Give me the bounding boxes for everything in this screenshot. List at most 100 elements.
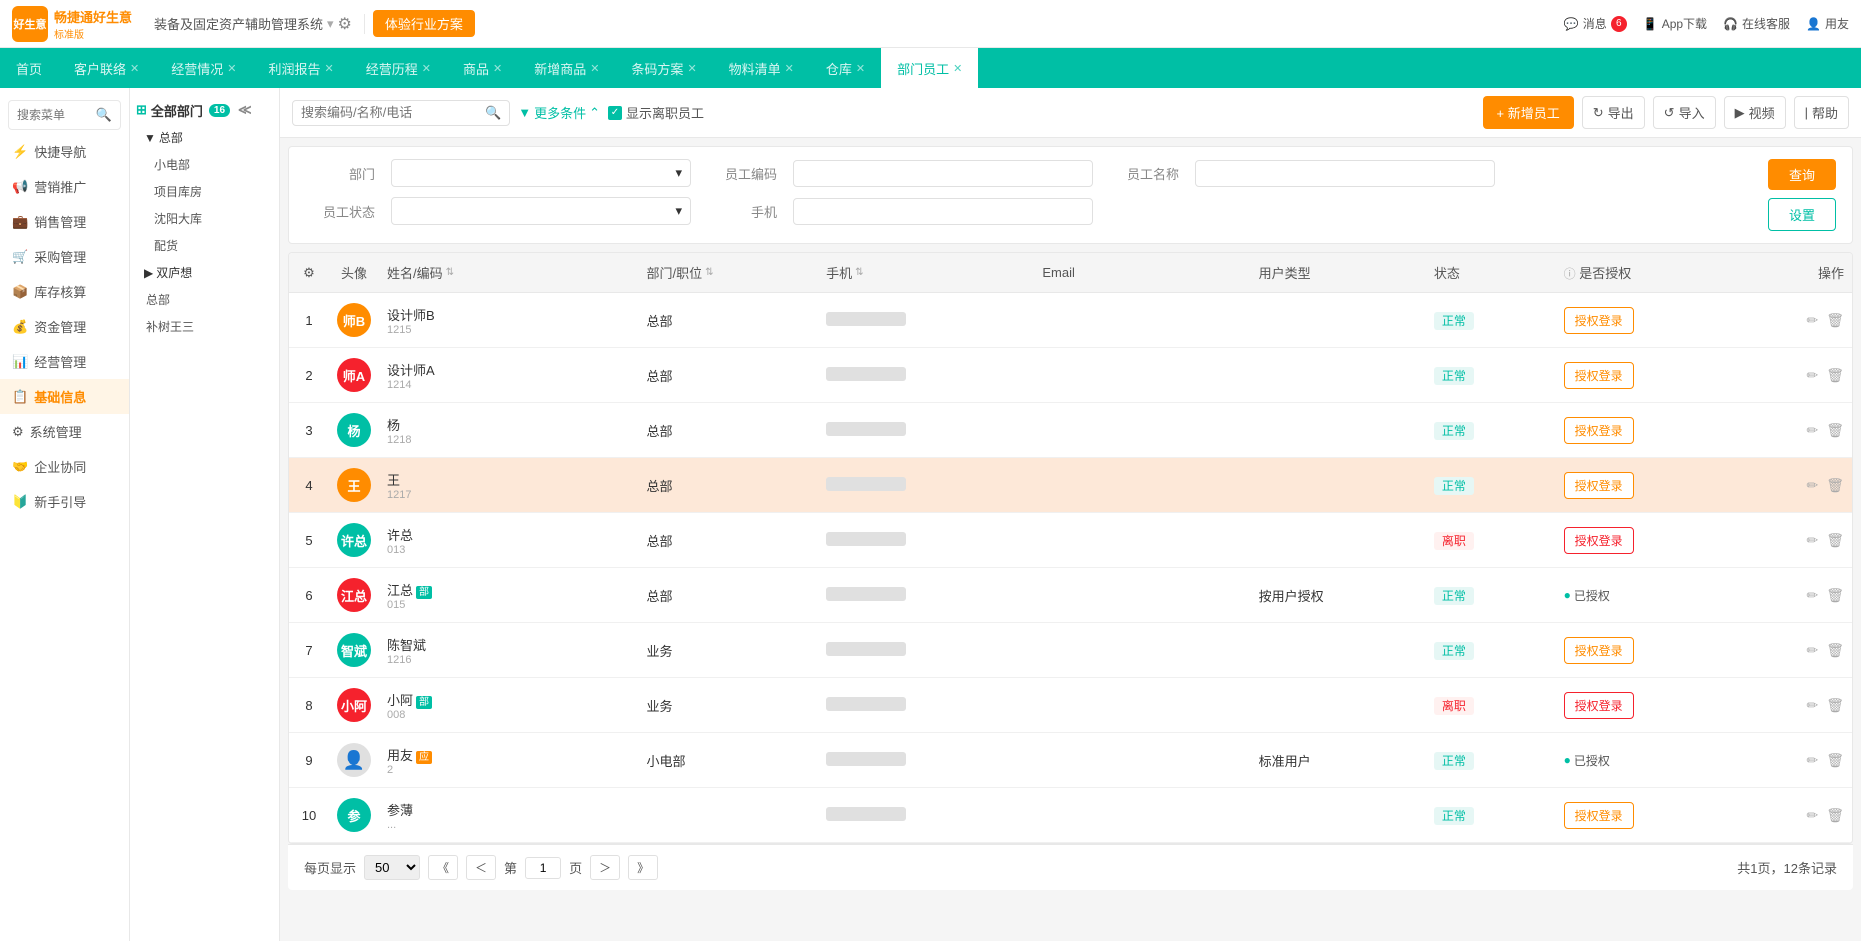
filter-empcode-input[interactable]	[793, 160, 1093, 187]
edit-icon[interactable]: ✏	[1806, 752, 1818, 769]
current-page-input[interactable]	[525, 857, 561, 879]
dept-item-shenyang[interactable]: 沈阳大库	[138, 205, 279, 232]
info-icon[interactable]: ⓘ	[1564, 267, 1576, 281]
empcode-field[interactable]	[802, 166, 1084, 181]
sidebar-nav-item-basic[interactable]: 📋 基础信息	[0, 379, 129, 414]
edit-icon[interactable]: ✏	[1806, 807, 1818, 824]
close-icon[interactable]: ✕	[493, 62, 502, 75]
sidebar-nav-item-system[interactable]: ⚙ 系统管理	[0, 414, 129, 449]
dept-group-zongbu-title[interactable]: ▼ 总部	[138, 124, 279, 151]
tab-employees[interactable]: 部门员工 ✕	[881, 48, 978, 88]
tab-journey[interactable]: 经营历程 ✕	[350, 48, 447, 88]
delete-icon[interactable]: 🗑	[1826, 697, 1844, 714]
filter-phone-input[interactable]	[793, 198, 1093, 225]
tab-home[interactable]: 首页	[0, 48, 58, 88]
next-page-btn[interactable]: ＞	[590, 855, 620, 880]
set-button[interactable]: 设置	[1768, 198, 1836, 231]
auth-login-button[interactable]: 授权登录	[1564, 472, 1634, 499]
sidebar-nav-item-guide[interactable]: 🔰 新手引导	[0, 484, 129, 519]
close-icon[interactable]: ✕	[590, 62, 599, 75]
auth-login-button[interactable]: 授权登录	[1564, 362, 1634, 389]
sidebar-search-input[interactable]	[17, 108, 96, 122]
tab-profit[interactable]: 利润报告 ✕	[252, 48, 349, 88]
phone-field[interactable]	[802, 204, 1084, 219]
tab-bom[interactable]: 物料清单 ✕	[713, 48, 810, 88]
close-icon[interactable]: ✕	[422, 62, 431, 75]
sidebar-nav-item-collab[interactable]: 🤝 企业协同	[0, 449, 129, 484]
sidebar-search[interactable]: 🔍	[8, 100, 121, 130]
delete-icon[interactable]: 🗑	[1826, 642, 1844, 659]
tab-goods[interactable]: 商品 ✕	[447, 48, 518, 88]
close-icon[interactable]: ✕	[953, 62, 962, 75]
tab-operations[interactable]: 经营情况 ✕	[155, 48, 252, 88]
search-box[interactable]: 🔍	[292, 100, 510, 126]
import-button[interactable]: ↺ 导入	[1653, 96, 1716, 129]
search-input[interactable]	[301, 105, 481, 120]
page-size-select[interactable]: 50 100 200	[364, 855, 420, 880]
search-button[interactable]: 查询	[1768, 159, 1836, 190]
empname-field[interactable]	[1204, 166, 1486, 181]
dept-item-zongbu2[interactable]: 总部	[130, 286, 279, 313]
th-settings[interactable]: ⚙	[289, 253, 329, 293]
video-button[interactable]: ▶ 视频	[1724, 96, 1786, 129]
tab-new-goods[interactable]: 新增商品 ✕	[518, 48, 615, 88]
auth-login-button[interactable]: 授权登录	[1564, 692, 1634, 719]
last-page-btn[interactable]: 》	[628, 855, 658, 880]
edit-icon[interactable]: ✏	[1806, 422, 1818, 439]
delete-icon[interactable]: 🗑	[1826, 367, 1844, 384]
message-btn[interactable]: 💬 消息 6	[1564, 15, 1627, 32]
filter-empname-input[interactable]	[1195, 160, 1495, 187]
system-title-arrow[interactable]: ▾	[327, 16, 334, 32]
sidebar-nav-item-finance[interactable]: 💰 资金管理	[0, 309, 129, 344]
collapse-all-btn[interactable]: ≪	[234, 100, 256, 120]
edit-icon[interactable]: ✏	[1806, 312, 1818, 329]
more-filter-btn[interactable]: ▼ 更多条件 ⌃	[518, 103, 600, 122]
tab-barcode[interactable]: 条码方案 ✕	[615, 48, 712, 88]
delete-icon[interactable]: 🗑	[1826, 312, 1844, 329]
delete-icon[interactable]: 🗑	[1826, 807, 1844, 824]
online-service-btn[interactable]: 🎧 在线客服	[1723, 15, 1790, 32]
edit-icon[interactable]: ✏	[1806, 532, 1818, 549]
delete-icon[interactable]: 🗑	[1826, 587, 1844, 604]
delete-icon[interactable]: 🗑	[1826, 752, 1844, 769]
delete-icon[interactable]: 🗑	[1826, 477, 1844, 494]
sidebar-nav-item-purchase[interactable]: 🛒 采购管理	[0, 239, 129, 274]
auth-login-button[interactable]: 授权登录	[1564, 417, 1634, 444]
filter-dept-select[interactable]: ▾	[391, 159, 691, 187]
close-icon[interactable]: ✕	[687, 62, 696, 75]
edit-icon[interactable]: ✏	[1806, 642, 1818, 659]
user-btn[interactable]: 👤 用友	[1806, 15, 1849, 32]
dept-tree-header[interactable]: ⊞ 全部部门 16 ≪	[130, 96, 279, 124]
show-resigned-checkbox[interactable]: ✓ 显示离职员工	[608, 103, 704, 122]
close-icon[interactable]: ✕	[856, 62, 865, 75]
settings-icon[interactable]: ⚙	[303, 265, 315, 280]
edit-icon[interactable]: ✏	[1806, 697, 1818, 714]
sidebar-nav-item-marketing[interactable]: 📢 营销推广	[0, 169, 129, 204]
add-employee-button[interactable]: + 新增员工	[1483, 96, 1574, 129]
auth-login-button[interactable]: 授权登录	[1564, 307, 1634, 334]
app-download-btn[interactable]: 📱 App下载	[1643, 15, 1707, 32]
delete-icon[interactable]: 🗑	[1826, 532, 1844, 549]
tab-warehouse[interactable]: 仓库 ✕	[810, 48, 881, 88]
edit-icon[interactable]: ✏	[1806, 367, 1818, 384]
auth-login-button[interactable]: 授权登录	[1564, 802, 1634, 829]
edit-icon[interactable]: ✏	[1806, 477, 1818, 494]
export-button[interactable]: ↻ 导出	[1582, 96, 1645, 129]
close-icon[interactable]: ✕	[130, 62, 139, 75]
dept-group-shuanglv-title[interactable]: ▶ 双庐想	[138, 259, 279, 286]
close-icon[interactable]: ✕	[785, 62, 794, 75]
dept-item-peihuo[interactable]: 配货	[138, 232, 279, 259]
gear-icon[interactable]: ⚙	[338, 14, 352, 34]
sidebar-nav-item-ops[interactable]: 📊 经营管理	[0, 344, 129, 379]
auth-login-button[interactable]: 授权登录	[1564, 637, 1634, 664]
sidebar-nav-item-sales[interactable]: 💼 销售管理	[0, 204, 129, 239]
delete-icon[interactable]: 🗑	[1826, 422, 1844, 439]
trial-button[interactable]: 体验行业方案	[373, 10, 475, 37]
tab-customer[interactable]: 客户联络 ✕	[58, 48, 155, 88]
close-icon[interactable]: ✕	[325, 62, 334, 75]
dept-item-buju[interactable]: 补树王三	[130, 313, 279, 340]
sidebar-nav-item-quick[interactable]: ⚡ 快捷导航	[0, 134, 129, 169]
prev-page-btn[interactable]: ＜	[466, 855, 496, 880]
filter-status-select[interactable]: ▾	[391, 197, 691, 225]
close-icon[interactable]: ✕	[227, 62, 236, 75]
